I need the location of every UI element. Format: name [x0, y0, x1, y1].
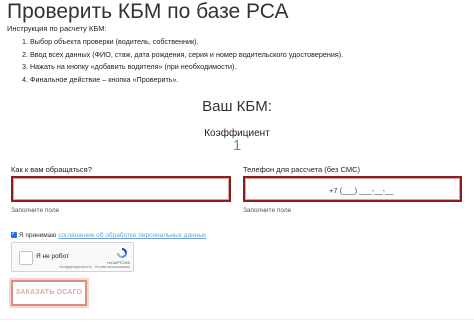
order-osago-button[interactable]: ЗАКАЗАТЬ ОСАГО [11, 280, 87, 306]
recaptcha-checkbox[interactable] [19, 251, 33, 265]
instruction-step: 3. Нажать на кнопку «добавить водителя» … [22, 62, 237, 71]
instructions-label: Инструкция по расчету КБМ: [7, 24, 107, 33]
recaptcha-widget: Я не робот reCAPTCHA Конфиденциальность … [11, 242, 134, 272]
instruction-step: 2. Ввод всех данных (ФИО, стаж, дата рож… [22, 49, 344, 59]
agreement-link[interactable]: соглашение об обработке персональных дан… [58, 232, 206, 239]
recaptcha-terms[interactable]: Конфиденциальность - Условия использован… [59, 265, 130, 269]
phone-input[interactable]: +7 (___) ___-__-__ [243, 176, 462, 202]
agreement-text: Я принимаю [18, 232, 57, 239]
name-required-hint: Заполните поле [11, 207, 60, 214]
instruction-step: 1. Выбор объекта проверки (водитель, соб… [22, 37, 199, 46]
phone-label: Телефон для рассчета (без СМС) [243, 165, 361, 174]
divider [0, 319, 474, 320]
recaptcha-label: Я не робот [36, 253, 69, 260]
recaptcha-logo-icon [117, 248, 127, 258]
kbm-title: Ваш КБМ: [202, 98, 272, 115]
coefficient-value: 1 [232, 137, 242, 154]
page-title: Проверить КБМ по базе РСА [7, 0, 289, 23]
agreement-row: Я принимаю соглашение об обработке персо… [11, 230, 206, 239]
phone-required-hint: Заполните поле [243, 207, 292, 214]
name-input[interactable] [11, 176, 231, 202]
phone-input-placeholder: +7 (___) ___-__-__ [329, 186, 394, 195]
agreement-checkbox[interactable] [11, 230, 17, 238]
name-label: Как к вам обращаться? [11, 165, 92, 174]
instruction-steps: 1. Выбор объекта проверки (водитель, соб… [22, 37, 343, 87]
instruction-step: 4. Финальное действие – кнопка «Проверит… [22, 74, 179, 84]
